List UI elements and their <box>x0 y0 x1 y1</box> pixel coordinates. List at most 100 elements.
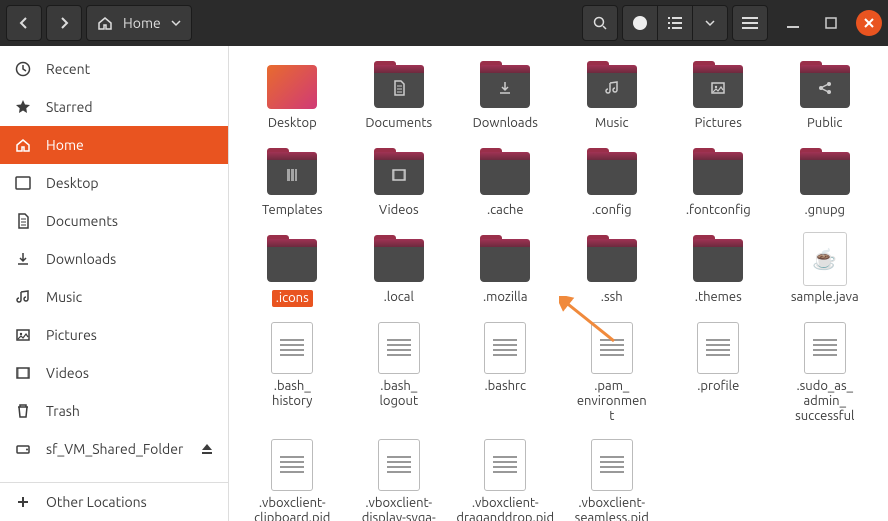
file-item[interactable]: ☕sample.java <box>772 228 879 311</box>
chevron-left-icon <box>17 16 31 30</box>
sidebar-item-label: Documents <box>46 213 118 229</box>
sidebar-item-label: sf_VM_Shared_Folder <box>46 441 183 457</box>
sidebar-item-music[interactable]: Music <box>0 278 228 316</box>
drive-icon <box>14 441 32 457</box>
desktop-folder-icon <box>267 65 317 109</box>
file-item[interactable]: .bash_history <box>239 317 346 428</box>
file-item[interactable]: Documents <box>346 54 453 135</box>
folder-icon <box>480 242 530 282</box>
file-item[interactable]: .icons <box>239 228 346 311</box>
folder-icon <box>480 68 530 108</box>
file-label: .pam_environment <box>577 379 647 424</box>
file-label: .vboxclient-draganddrop.pid <box>455 496 555 521</box>
file-item[interactable]: .config <box>559 141 666 222</box>
eject-button[interactable] <box>200 442 214 456</box>
file-view[interactable]: DesktopDocuments Downloads MusicPicturesPu… <box>229 46 888 521</box>
sidebar-item-label: Recent <box>46 61 90 77</box>
file-item[interactable]: .profile <box>665 317 772 428</box>
sidebar: Recent Starred Home Desktop Documents Downloa… <box>0 46 229 521</box>
path-bar[interactable]: Home <box>86 5 192 41</box>
view-options-button[interactable] <box>693 6 727 40</box>
file-label: .mozilla <box>483 290 528 305</box>
text-file-icon <box>271 322 313 374</box>
sidebar-item-pictures[interactable]: Pictures <box>0 316 228 354</box>
file-item[interactable]: .ssh <box>559 228 666 311</box>
sidebar-item-recent[interactable]: Recent <box>0 50 228 88</box>
file-item[interactable]: .bash_logout <box>346 317 453 428</box>
folder-icon <box>480 155 530 195</box>
file-item[interactable]: .themes <box>665 228 772 311</box>
sidebar-item-documents[interactable]: Documents <box>0 202 228 240</box>
file-label: .themes <box>695 290 742 305</box>
folder-icon <box>374 155 424 195</box>
file-item[interactable]: .mozilla <box>452 228 559 311</box>
file-item[interactable]: .gnupg <box>772 141 879 222</box>
file-item[interactable]: .fontconfig <box>665 141 772 222</box>
text-file-icon <box>378 439 420 491</box>
file-item[interactable]: Templates <box>239 141 346 222</box>
sidebar-item-desktop[interactable]: Desktop <box>0 164 228 202</box>
file-label: .vboxclient-display-svga-x11.… <box>349 496 449 521</box>
file-label: .fontconfig <box>686 203 751 218</box>
file-item[interactable]: .local <box>346 228 453 311</box>
window-close-button[interactable] <box>856 10 882 36</box>
file-item[interactable]: .sudo_as_admin_successful <box>772 317 879 428</box>
file-label: .bash_logout <box>379 379 418 409</box>
sidebar-other-locations[interactable]: Other Locations <box>0 482 228 521</box>
file-item[interactable]: .vboxclient-clipboard.pid <box>239 434 346 521</box>
window-maximize-button[interactable] <box>818 10 844 36</box>
file-item[interactable]: .pam_environment <box>559 317 666 428</box>
home-icon <box>97 15 113 31</box>
sidebar-item-trash[interactable]: Trash <box>0 392 228 430</box>
file-item[interactable]: Pictures <box>665 54 772 135</box>
search-button[interactable] <box>582 5 618 41</box>
file-item[interactable]: Downloads <box>452 54 559 135</box>
file-item[interactable]: .vboxclient-draganddrop.pid <box>452 434 559 521</box>
file-item[interactable]: Videos <box>346 141 453 222</box>
file-item[interactable]: Desktop <box>239 54 346 135</box>
folder-icon <box>374 68 424 108</box>
sidebar-item-starred[interactable]: Starred <box>0 88 228 126</box>
zoom-button[interactable] <box>623 6 657 40</box>
hamburger-icon <box>742 16 758 30</box>
folder-icon <box>693 242 743 282</box>
file-item[interactable]: .vboxclient-seamless.pid <box>559 434 666 521</box>
file-label: .vboxclient-clipboard.pid <box>242 496 342 521</box>
back-button[interactable] <box>6 5 42 41</box>
trash-icon <box>14 403 32 419</box>
text-file-icon <box>697 322 739 374</box>
forward-button[interactable] <box>46 5 82 41</box>
sidebar-item-videos[interactable]: Videos <box>0 354 228 392</box>
file-item[interactable]: .bashrc <box>452 317 559 428</box>
sidebar-item-label: Desktop <box>46 175 99 191</box>
file-label: Downloads <box>473 116 538 131</box>
sidebar-item-label: Videos <box>46 365 89 381</box>
text-file-icon <box>591 322 633 374</box>
file-item[interactable]: .cache <box>452 141 559 222</box>
sidebar-item-downloads[interactable]: Downloads <box>0 240 228 278</box>
close-icon <box>863 17 875 29</box>
folder-icon <box>374 242 424 282</box>
sidebar-item-home[interactable]: Home <box>0 126 228 164</box>
folder-icon <box>267 155 317 195</box>
sidebar-item-sf-vm-shared-folder[interactable]: sf_VM_Shared_Folder <box>0 430 228 468</box>
file-label: .ssh <box>601 290 623 305</box>
file-label: Videos <box>379 203 419 218</box>
view-list-button[interactable] <box>658 6 692 40</box>
maximize-icon <box>825 17 837 29</box>
hamburger-menu-button[interactable] <box>732 5 768 41</box>
file-item[interactable]: .vboxclient-display-svga-x11.… <box>346 434 453 521</box>
file-item[interactable]: Public <box>772 54 879 135</box>
file-label: .sudo_as_admin_successful <box>795 379 854 424</box>
folder-icon <box>800 68 850 108</box>
text-file-icon <box>804 322 846 374</box>
file-label: sample.java <box>791 290 859 305</box>
home-icon <box>14 137 32 153</box>
sidebar-item-label: Home <box>46 137 84 153</box>
list-icon <box>667 16 683 30</box>
file-label: .config <box>592 203 632 218</box>
window-minimize-button[interactable] <box>780 10 806 36</box>
file-item[interactable]: Music <box>559 54 666 135</box>
desktop-icon <box>14 175 32 191</box>
folder-icon <box>693 68 743 108</box>
